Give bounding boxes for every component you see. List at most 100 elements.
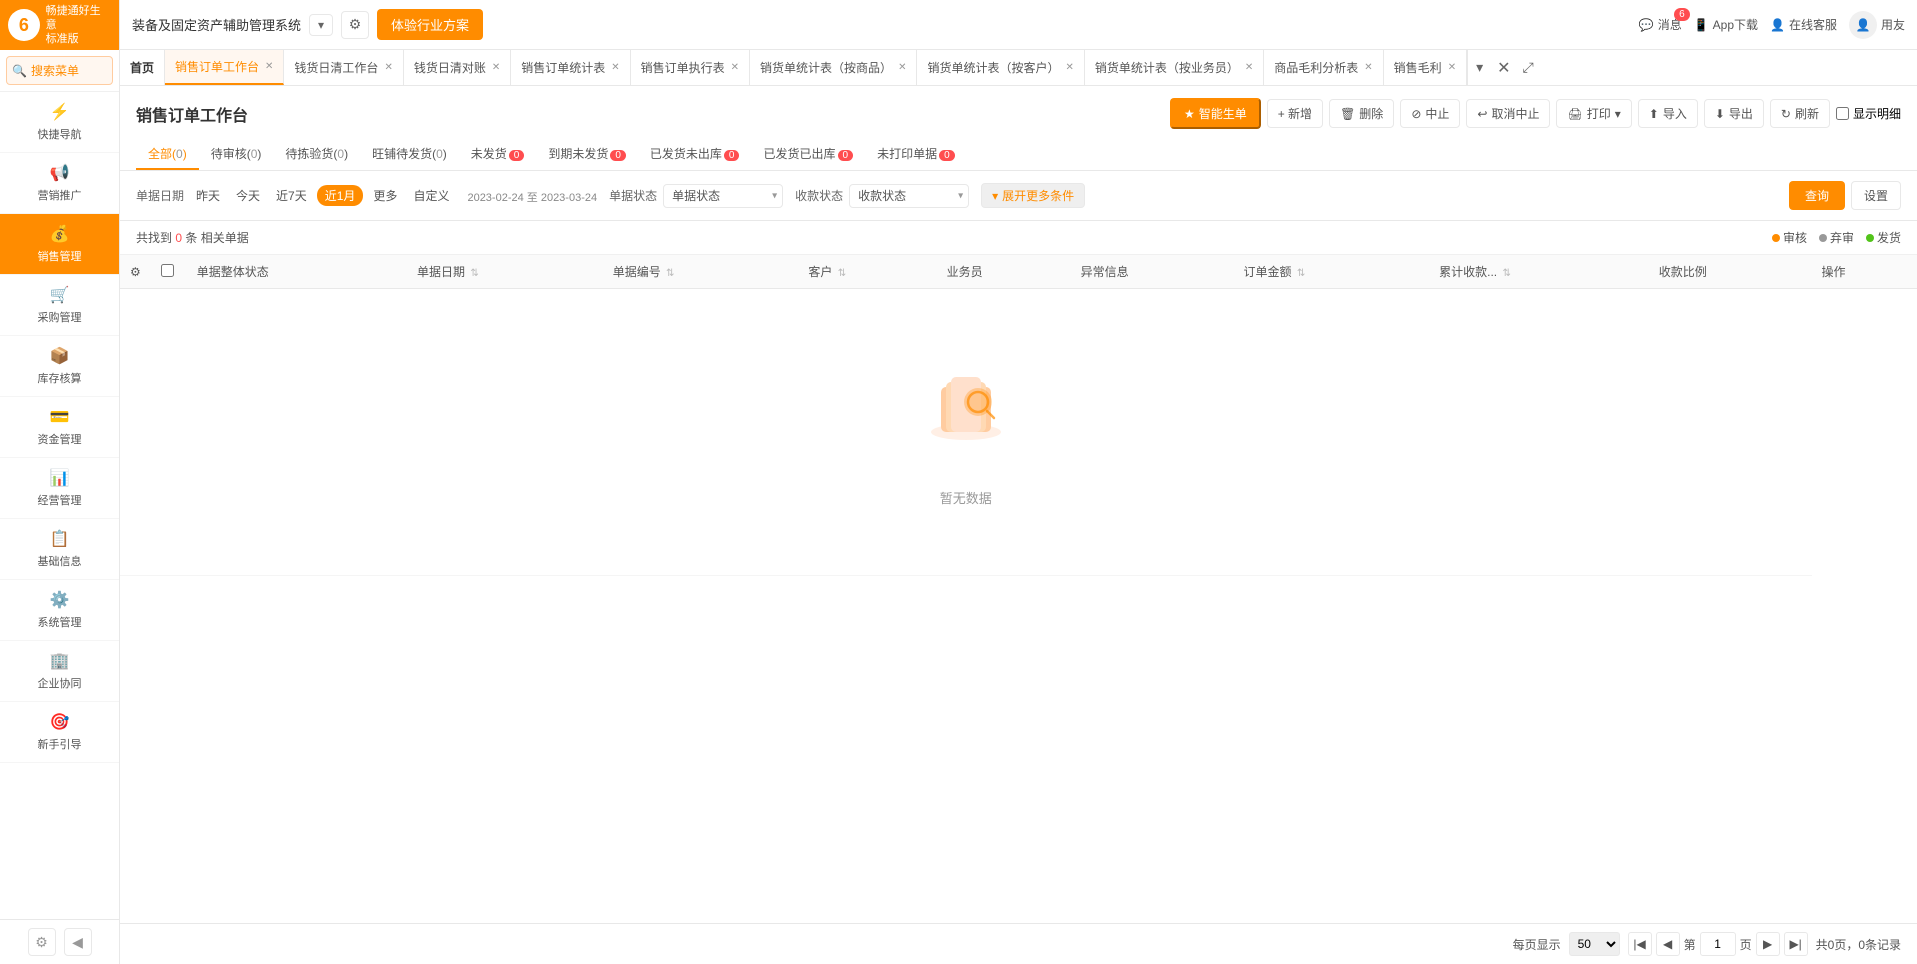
settings-button[interactable]: 设置 bbox=[1851, 181, 1901, 210]
sidebar-item-system[interactable]: ⚙️ 系统管理 bbox=[0, 580, 119, 641]
show-detail-checkbox-label[interactable]: 显示明细 bbox=[1836, 105, 1901, 122]
tab-close-product-margin[interactable]: ✕ bbox=[1364, 62, 1372, 73]
sidebar-item-enterprise[interactable]: 🏢 企业协同 bbox=[0, 641, 119, 702]
user-menu-button[interactable]: 👤 用友 bbox=[1849, 11, 1905, 39]
date-opt-more[interactable]: 更多 bbox=[367, 185, 403, 206]
tab-close-sales-order-exec[interactable]: ✕ bbox=[731, 62, 739, 73]
number-sort-icon[interactable]: ⇅ bbox=[666, 268, 674, 279]
import-button[interactable]: ⬆ 导入 bbox=[1638, 99, 1698, 128]
sidebar-item-operations[interactable]: 📊 经营管理 bbox=[0, 458, 119, 519]
export-button[interactable]: ⬇ 导出 bbox=[1704, 99, 1764, 128]
per-page-select[interactable]: 50 100 200 bbox=[1569, 932, 1620, 956]
tab-sales-stats-staff[interactable]: 销货单统计表（按业务员） ✕ bbox=[1085, 50, 1264, 85]
subtab-wangpu-ship[interactable]: 旺铺待发货(0) bbox=[360, 139, 459, 170]
tab-sales-stats-product[interactable]: 销货单统计表（按商品） ✕ bbox=[750, 50, 917, 85]
subtab-overdue-unshipped[interactable]: 到期未发货0 bbox=[536, 139, 638, 170]
first-page-button[interactable]: |◀ bbox=[1628, 932, 1652, 956]
date-sort-icon[interactable]: ⇅ bbox=[470, 268, 478, 279]
sidebar-item-finance[interactable]: 💳 资金管理 bbox=[0, 397, 119, 458]
subtab-not-printed[interactable]: 未打印单据0 bbox=[865, 139, 967, 170]
online-service-button[interactable]: 👤 在线客服 bbox=[1770, 16, 1837, 33]
sidebar-item-marketing[interactable]: 📢 营销推广 bbox=[0, 153, 119, 214]
unreviewed-action-button[interactable]: 弃审 bbox=[1819, 229, 1854, 246]
tab-sales-order-exec[interactable]: 销售订单执行表 ✕ bbox=[631, 50, 750, 85]
tab-close-sales-stats-customer[interactable]: ✕ bbox=[1065, 62, 1073, 73]
collected-sort-icon[interactable]: ⇅ bbox=[1503, 268, 1511, 279]
sidebar-item-basic-info[interactable]: 📋 基础信息 bbox=[0, 519, 119, 580]
new-button[interactable]: + 新增 bbox=[1267, 99, 1323, 128]
smart-create-button[interactable]: ★ 智能生单 bbox=[1170, 98, 1261, 129]
payment-status-select[interactable]: 收款状态 bbox=[849, 184, 969, 208]
col-number: 单据编号 ⇅ bbox=[603, 255, 799, 289]
sidebar-item-inventory[interactable]: 📦 库存核算 bbox=[0, 336, 119, 397]
expand-conditions-button[interactable]: ▾ 展开更多条件 bbox=[981, 183, 1085, 208]
date-opt-yesterday[interactable]: 昨天 bbox=[190, 185, 226, 206]
expand-tabs-button[interactable]: ⤢ bbox=[1517, 50, 1540, 85]
subtab-not-shipped[interactable]: 未发货0 bbox=[459, 139, 537, 170]
system-dropdown[interactable]: ▾ bbox=[309, 14, 333, 36]
tab-close-cash-daily[interactable]: ✕ bbox=[384, 62, 392, 73]
cancel-stop-button[interactable]: ↩ 取消中止 bbox=[1466, 99, 1550, 128]
tab-close-sales-order-stats[interactable]: ✕ bbox=[611, 62, 619, 73]
last-page-button[interactable]: ▶| bbox=[1784, 932, 1808, 956]
tab-sales-gross[interactable]: 销售毛利 ✕ bbox=[1384, 50, 1467, 85]
page-number-input[interactable] bbox=[1700, 932, 1736, 956]
sidebar-nav: ⚡ 快捷导航 📢 营销推广 💰 销售管理 🛒 采购管理 📦 库存核算 💳 资金管… bbox=[0, 92, 119, 919]
date-opt-last1month[interactable]: 近1月 bbox=[317, 185, 364, 206]
tab-sales-order-stats[interactable]: 销售订单统计表 ✕ bbox=[511, 50, 630, 85]
settings-col-icon[interactable]: ⚙ bbox=[130, 265, 141, 279]
subtab-shipped-not-out[interactable]: 已发货未出库0 bbox=[638, 139, 752, 170]
subtab-shipped-out[interactable]: 已发货已出库0 bbox=[751, 139, 865, 170]
tab-sales-order-workbench[interactable]: 销售订单工作台 ✕ bbox=[165, 50, 284, 85]
refresh-button[interactable]: ↻ 刷新 bbox=[1770, 99, 1830, 128]
print-button[interactable]: 🖨 打印 ▾ bbox=[1556, 99, 1631, 128]
delete-button[interactable]: 🗑 删除 bbox=[1329, 99, 1394, 128]
next-page-button[interactable]: ▶ bbox=[1756, 932, 1780, 956]
overdue-badge: 0 bbox=[610, 150, 626, 161]
amount-sort-icon[interactable]: ⇅ bbox=[1297, 268, 1305, 279]
show-detail-checkbox[interactable] bbox=[1836, 107, 1849, 120]
app-download-button[interactable]: 📱 App下载 bbox=[1694, 16, 1758, 33]
tab-close-sales-gross[interactable]: ✕ bbox=[1448, 62, 1456, 73]
tab-more-button[interactable]: ▾ bbox=[1467, 50, 1491, 85]
query-button[interactable]: 查询 bbox=[1789, 181, 1845, 210]
tab-close-cash-reconcile[interactable]: ✕ bbox=[492, 62, 500, 73]
tab-product-margin[interactable]: 商品毛利分析表 ✕ bbox=[1264, 50, 1383, 85]
tab-cash-reconcile[interactable]: 钱货日清对账 ✕ bbox=[404, 50, 511, 85]
customer-sort-icon[interactable]: ⇅ bbox=[838, 268, 846, 279]
tab-close-sales-stats-staff[interactable]: ✕ bbox=[1245, 62, 1253, 73]
sidebar-item-guide[interactable]: 🎯 新手引导 bbox=[0, 702, 119, 763]
subtab-all[interactable]: 全部(0) bbox=[136, 139, 199, 170]
tab-cash-daily[interactable]: 钱货日清工作台 ✕ bbox=[284, 50, 403, 85]
pagination: |◀ ◀ 第 页 ▶ ▶| bbox=[1628, 932, 1808, 956]
tab-close-sales-order-workbench[interactable]: ✕ bbox=[265, 61, 273, 72]
subtab-pending-verify[interactable]: 待拣验货(0) bbox=[273, 139, 360, 170]
select-all-checkbox[interactable] bbox=[161, 264, 174, 277]
stop-button[interactable]: ⊘ 中止 bbox=[1400, 99, 1460, 128]
tab-home[interactable]: 首页 bbox=[120, 50, 165, 85]
shipped-not-out-badge: 0 bbox=[724, 150, 740, 161]
industry-solution-button[interactable]: 体验行业方案 bbox=[377, 9, 483, 40]
ship-action-button[interactable]: 发货 bbox=[1866, 229, 1901, 246]
not-printed-badge: 0 bbox=[939, 150, 955, 161]
doc-status-select[interactable]: 单据状态 bbox=[663, 184, 783, 208]
collapse-sidebar-button[interactable]: ◀ bbox=[64, 928, 92, 956]
search-menu-button[interactable]: 🔍 搜索菜单 bbox=[6, 56, 113, 85]
tab-close-sales-stats-product[interactable]: ✕ bbox=[898, 62, 906, 73]
review-action-button[interactable]: 审核 bbox=[1772, 229, 1807, 246]
sidebar-item-quick-nav[interactable]: ⚡ 快捷导航 bbox=[0, 92, 119, 153]
topbar-settings-button[interactable]: ⚙ bbox=[341, 11, 369, 39]
sidebar-item-sales[interactable]: 💰 销售管理 bbox=[0, 214, 119, 275]
service-icon: 👤 bbox=[1770, 18, 1785, 32]
message-button[interactable]: 💬 消息 6 bbox=[1639, 16, 1682, 33]
expand-icon: ▾ bbox=[992, 189, 998, 203]
sidebar-item-purchase[interactable]: 🛒 采购管理 bbox=[0, 275, 119, 336]
tab-sales-stats-customer[interactable]: 销货单统计表（按客户） ✕ bbox=[917, 50, 1084, 85]
date-opt-last7[interactable]: 近7天 bbox=[270, 185, 313, 206]
subtab-pending-review[interactable]: 待审核(0) bbox=[199, 139, 274, 170]
settings-footer-button[interactable]: ⚙ bbox=[28, 928, 56, 956]
date-opt-custom[interactable]: 自定义 bbox=[407, 185, 455, 206]
close-all-tabs-button[interactable]: ✕ bbox=[1491, 50, 1516, 85]
prev-page-button[interactable]: ◀ bbox=[1656, 932, 1680, 956]
date-opt-today[interactable]: 今天 bbox=[230, 185, 266, 206]
